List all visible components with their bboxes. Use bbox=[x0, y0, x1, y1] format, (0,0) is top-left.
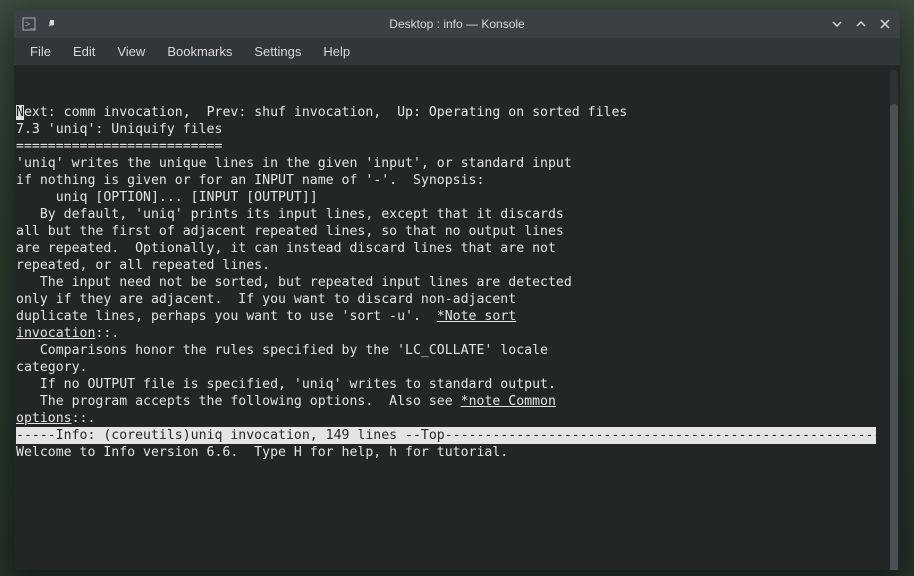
term-line: are repeated. Optionally, it can instead… bbox=[16, 240, 900, 257]
maximize-button[interactable] bbox=[854, 17, 868, 31]
term-text: ::. bbox=[72, 411, 96, 426]
menu-help[interactable]: Help bbox=[313, 40, 360, 63]
section-title: 7.3 'uniq': Uniquify files bbox=[16, 121, 900, 138]
titlebar[interactable]: >_ Desktop : info — Konsole bbox=[14, 10, 900, 38]
term-line: category. bbox=[16, 359, 900, 376]
section-underline: ========================== bbox=[16, 138, 900, 155]
term-line: If no OUTPUT file is specified, 'uniq' w… bbox=[16, 376, 900, 393]
term-line: repeated, or all repeated lines. bbox=[16, 257, 900, 274]
svg-text:>_: >_ bbox=[25, 19, 36, 29]
term-line: all but the first of adjacent repeated l… bbox=[16, 223, 900, 240]
window-title: Desktop : info — Konsole bbox=[14, 17, 900, 31]
term-text: ::. bbox=[95, 326, 119, 341]
menu-edit[interactable]: Edit bbox=[63, 40, 105, 63]
synopsis-line: uniq [OPTION]... [INPUT [OUTPUT]] bbox=[16, 189, 900, 206]
term-line: The input need not be sorted, but repeat… bbox=[16, 274, 900, 291]
term-line: Comparisons honor the rules specified by… bbox=[16, 342, 900, 359]
close-button[interactable] bbox=[878, 17, 892, 31]
terminal-content: Next: comm invocation, Prev: shuf invoca… bbox=[14, 104, 900, 461]
menu-settings[interactable]: Settings bbox=[244, 40, 311, 63]
info-welcome-line: Welcome to Info version 6.6. Type H for … bbox=[16, 444, 900, 461]
app-icon: >_ bbox=[22, 17, 36, 31]
menubar: File Edit View Bookmarks Settings Help bbox=[14, 38, 900, 66]
info-xref-common[interactable]: *note Common bbox=[461, 394, 556, 409]
minimize-button[interactable] bbox=[830, 17, 844, 31]
menu-view[interactable]: View bbox=[107, 40, 155, 63]
menu-bookmarks[interactable]: Bookmarks bbox=[157, 40, 242, 63]
terminal[interactable]: Next: comm invocation, Prev: shuf invoca… bbox=[14, 66, 900, 570]
info-xref-sort[interactable]: *Note sort bbox=[437, 309, 516, 324]
pin-icon[interactable] bbox=[44, 17, 58, 31]
term-line: By default, 'uniq' prints its input line… bbox=[16, 206, 900, 223]
term-line: 'uniq' writes the unique lines in the gi… bbox=[16, 155, 900, 172]
menu-file[interactable]: File bbox=[20, 40, 61, 63]
term-line: only if they are adjacent. If you want t… bbox=[16, 291, 900, 308]
nav-line: ext: comm invocation, Prev: shuf invocat… bbox=[24, 105, 627, 120]
term-line: if nothing is given or for an INPUT name… bbox=[16, 172, 900, 189]
info-xref-common-cont[interactable]: options bbox=[16, 411, 72, 426]
konsole-window: >_ Desktop : info — Konsole File Edit Vi… bbox=[14, 10, 900, 570]
info-xref-sort-cont[interactable]: invocation bbox=[16, 326, 95, 341]
scrollbar[interactable] bbox=[890, 70, 898, 562]
info-status-line: -----Info: (coreutils)uniq invocation, 1… bbox=[16, 427, 876, 444]
term-text: The program accepts the following option… bbox=[16, 394, 461, 409]
scrollbar-thumb[interactable] bbox=[890, 104, 898, 570]
cursor: N bbox=[16, 105, 24, 120]
term-text: duplicate lines, perhaps you want to use… bbox=[16, 309, 437, 324]
